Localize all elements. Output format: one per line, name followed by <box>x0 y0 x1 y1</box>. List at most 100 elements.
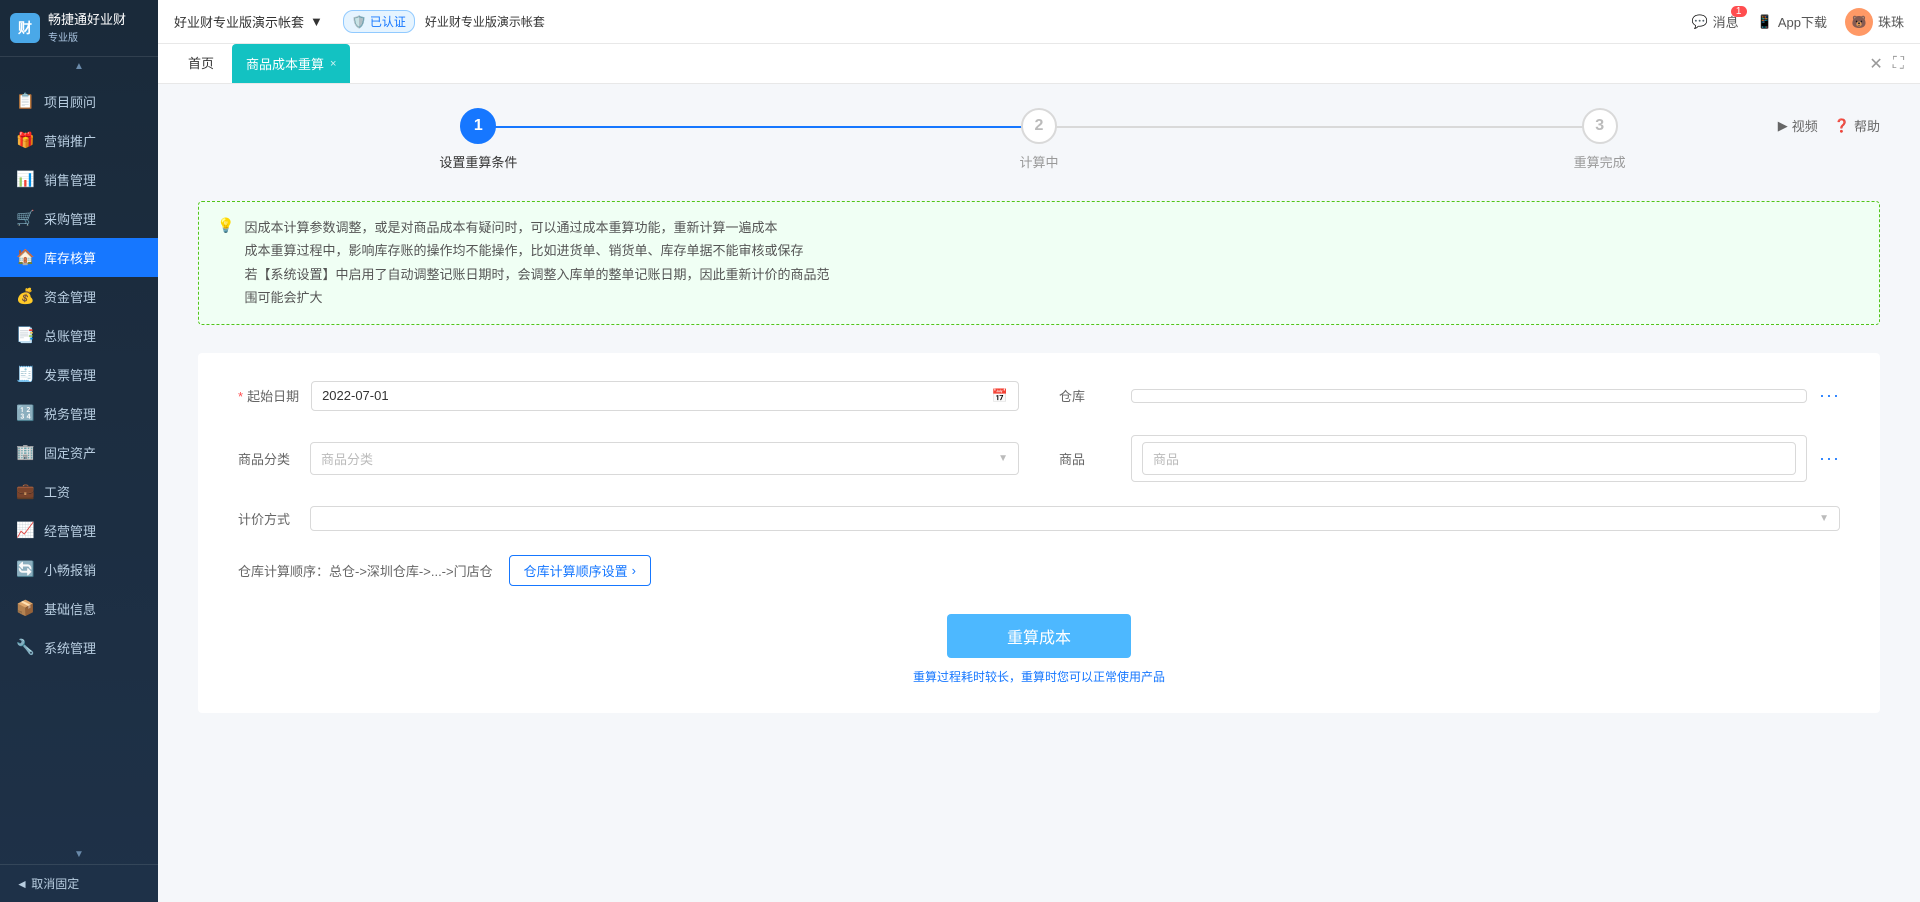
message-button[interactable]: 💬 消息 1 <box>1691 12 1738 31</box>
warehouse-order-btn[interactable]: 仓库计算顺序设置 › <box>509 555 651 586</box>
product-label: 商品 <box>1059 449 1119 468</box>
step-2-circle: 2 <box>1021 108 1057 144</box>
notice-line-2: 成本重算过程中，影响库存账的操作均不能操作，比如进货单、销货单、库存单据不能审核… <box>244 239 829 262</box>
account-name: 好业财专业版演示帐套 <box>174 12 304 31</box>
steps: 1 设置重算条件 2 计算中 3 重算完成 ▶ 视频 ❓ 帮助 <box>198 108 1880 171</box>
sidebar-item-sales[interactable]: 📊 销售管理 <box>0 160 158 199</box>
step-1-line <box>478 126 1039 128</box>
accounting-icon: 📑 <box>16 326 34 344</box>
marketing-icon: 🎁 <box>16 131 34 149</box>
sidebar-item-assets[interactable]: 🏢 固定资产 <box>0 433 158 472</box>
calendar-icon[interactable]: 📅 <box>992 388 1008 404</box>
sidebar-label-tax: 税务管理 <box>44 404 96 423</box>
step-1: 1 设置重算条件 <box>198 108 759 171</box>
start-date-label: *起始日期 <box>238 386 299 405</box>
tab-close-icon[interactable]: × <box>330 58 336 70</box>
sidebar-item-tax[interactable]: 🔢 税务管理 <box>0 394 158 433</box>
recalc-button[interactable]: 重算成本 <box>947 614 1131 658</box>
warehouse-more-btn[interactable]: ··· <box>1819 385 1840 406</box>
close-window-icon[interactable]: ✕ <box>1869 54 1882 74</box>
sidebar-item-system[interactable]: 🔧 系统管理 <box>0 628 158 667</box>
category-select[interactable]: 商品分类 ▼ <box>310 442 1019 475</box>
warehouse-order-label: 仓库计算顺序：总仓->深圳仓库->...->门店仓 <box>238 561 493 580</box>
logo-icon: 财 <box>10 13 40 43</box>
scroll-up-arrow[interactable]: ▲ <box>0 57 158 76</box>
sidebar-item-basic[interactable]: 📦 基础信息 <box>0 589 158 628</box>
tab-product-cost[interactable]: 商品成本重算 × <box>232 44 350 83</box>
assets-icon: 🏢 <box>16 443 34 461</box>
message-badge: 1 <box>1731 6 1747 17</box>
pricing-label: 计价方式 <box>238 509 298 528</box>
notice-line-4: 围可能会扩大 <box>244 286 829 309</box>
warehouse-order-row: 仓库计算顺序：总仓->深圳仓库->...->门店仓 仓库计算顺序设置 › <box>238 555 1840 586</box>
expense-icon: 🔄 <box>16 560 34 578</box>
topbar: 好业财专业版演示帐套 ▼ 🛡️ 已认证 好业财专业版演示帐套 💬 消息 1 📱 … <box>158 0 1920 44</box>
notice-line-3: 若【系统设置】中启用了自动调整记账日期时，会调整入库单的整单记账日期，因此重新计… <box>244 263 829 286</box>
warehouse-input[interactable] <box>1131 389 1807 403</box>
step-3-label: 重算完成 <box>1574 152 1626 171</box>
user-name: 珠珠 <box>1878 12 1904 31</box>
step-3-circle: 3 <box>1582 108 1618 144</box>
pricing-dropdown-arrow: ▼ <box>1819 513 1829 524</box>
message-icon: 💬 <box>1691 14 1707 30</box>
main-area: 好业财专业版演示帐套 ▼ 🛡️ 已认证 好业财专业版演示帐套 💬 消息 1 📱 … <box>158 0 1920 902</box>
video-link[interactable]: ▶ 视频 <box>1778 116 1818 135</box>
company-name: 好业财专业版演示帐套 <box>425 13 545 30</box>
sidebar-label-purchase: 采购管理 <box>44 209 96 228</box>
help-link[interactable]: ❓ 帮助 <box>1834 116 1880 135</box>
sidebar-item-purchase[interactable]: 🛒 采购管理 <box>0 199 158 238</box>
account-dropdown-arrow: ▼ <box>310 14 323 29</box>
scroll-down-arrow[interactable]: ▼ <box>0 845 158 864</box>
form-section: *起始日期 2022-07-01 📅 仓库 ··· <box>198 353 1880 713</box>
sidebar-item-marketing[interactable]: 🎁 营销推广 <box>0 121 158 160</box>
step-1-label: 设置重算条件 <box>439 152 517 171</box>
sidebar-item-finance[interactable]: 💰 资金管理 <box>0 277 158 316</box>
sidebar-label-assets: 固定资产 <box>44 443 96 462</box>
user-menu[interactable]: 🐻 珠珠 <box>1845 8 1904 36</box>
logo-text-area: 畅捷通好业财 专业版 <box>48 12 126 44</box>
tax-icon: 🔢 <box>16 404 34 422</box>
sidebar-item-invoice[interactable]: 🧾 发票管理 <box>0 355 158 394</box>
avatar: 🐻 <box>1845 8 1873 36</box>
tabbar: 首页 商品成本重算 × ✕ ⛶ <box>158 44 1920 84</box>
sidebar-label-expense: 小畅报销 <box>44 560 96 579</box>
sidebar-item-accounting[interactable]: 📑 总账管理 <box>0 316 158 355</box>
app-download-button[interactable]: 📱 App下载 <box>1757 12 1827 31</box>
expand-icon[interactable]: ⛶ <box>1893 55 1904 73</box>
warehouse-order-btn-label: 仓库计算顺序设置 <box>524 561 628 580</box>
unpin-button[interactable]: ◄ 取消固定 <box>0 864 158 902</box>
sidebar-label-invoice: 发票管理 <box>44 365 96 384</box>
logo-area: 财 畅捷通好业财 专业版 <box>0 0 158 57</box>
basic-icon: 📦 <box>16 599 34 617</box>
sidebar-item-expense[interactable]: 🔄 小畅报销 <box>0 550 158 589</box>
warehouse-label: 仓库 <box>1059 386 1119 405</box>
start-date-input[interactable]: 2022-07-01 📅 <box>311 381 1019 411</box>
sidebar-item-project[interactable]: 📋 项目顾问 <box>0 82 158 121</box>
warehouse-field: 仓库 ··· <box>1059 385 1840 406</box>
step-2: 2 计算中 <box>759 108 1320 171</box>
project-icon: 📋 <box>16 92 34 110</box>
product-input[interactable]: 商品 <box>1131 435 1807 482</box>
verified-text: 已认证 <box>370 13 406 30</box>
product-more-btn[interactable]: ··· <box>1819 448 1840 469</box>
verified-badge: 🛡️ 已认证 <box>343 10 415 33</box>
recalc-hint: 重算过程耗时较长，重算时您可以正常使用产品 <box>238 668 1840 685</box>
tab-home[interactable]: 首页 <box>174 44 228 83</box>
recalc-section: 重算成本 重算过程耗时较长，重算时您可以正常使用产品 <box>238 614 1840 685</box>
sales-icon: 📊 <box>16 170 34 188</box>
sidebar-item-ops[interactable]: 📈 经营管理 <box>0 511 158 550</box>
sidebar-item-inventory[interactable]: 🏠 库存核算 <box>0 238 158 277</box>
pricing-select[interactable]: ▼ <box>310 506 1840 531</box>
product-placeholder: 商品 <box>1142 442 1796 475</box>
sidebar-label-system: 系统管理 <box>44 638 96 657</box>
sidebar-label-sales: 销售管理 <box>44 170 96 189</box>
category-field: 商品分类 商品分类 ▼ <box>238 442 1019 475</box>
step-2-label: 计算中 <box>1020 152 1059 171</box>
inventory-icon: 🏠 <box>16 248 34 266</box>
sidebar-item-salary[interactable]: 💼 工资 <box>0 472 158 511</box>
sidebar-label-ops: 经营管理 <box>44 521 96 540</box>
step-1-circle: 1 <box>460 108 496 144</box>
content-area: 1 设置重算条件 2 计算中 3 重算完成 ▶ 视频 ❓ 帮助 💡 <box>158 84 1920 902</box>
account-selector[interactable]: 好业财专业版演示帐套 ▼ <box>174 12 323 31</box>
shield-icon: 🛡️ <box>352 15 367 29</box>
